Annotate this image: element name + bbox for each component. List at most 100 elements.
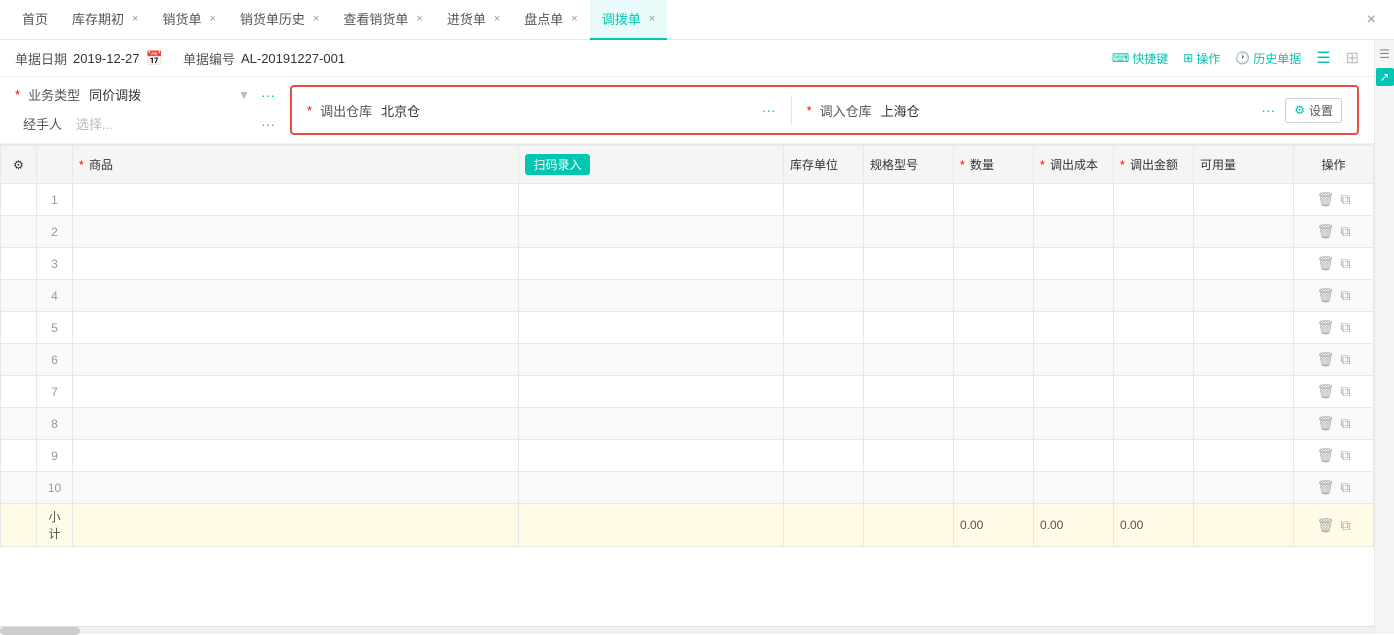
row-product-7[interactable] — [73, 376, 519, 408]
tab-sales-history[interactable]: 销货单历史 × — [228, 0, 331, 40]
row-spec-2[interactable] — [864, 216, 954, 248]
row-delete-icon-5[interactable]: 🗑 — [1317, 319, 1335, 336]
tab-inventory-init-close[interactable]: × — [132, 13, 138, 25]
row-delete-icon-7[interactable]: 🗑 — [1317, 383, 1335, 400]
history-btn[interactable]: 🕐 历史单据 — [1235, 50, 1301, 67]
row-cost-4[interactable] — [1034, 280, 1114, 312]
row-copy-icon-1[interactable]: ⧉ — [1340, 191, 1350, 208]
row-delete-icon-4[interactable]: 🗑 — [1317, 287, 1335, 304]
tab-sales-order[interactable]: 销货单 × — [150, 0, 227, 40]
row-qty-7[interactable] — [954, 376, 1034, 408]
row-copy-icon-4[interactable]: ⧉ — [1340, 287, 1350, 304]
row-amount-8[interactable] — [1114, 408, 1194, 440]
row-copy-icon-5[interactable]: ⧉ — [1340, 319, 1350, 336]
tab-inventory-check-close[interactable]: × — [571, 13, 577, 25]
row-cost-1[interactable] — [1034, 184, 1114, 216]
row-product-1[interactable] — [73, 184, 519, 216]
row-cost-6[interactable] — [1034, 344, 1114, 376]
handler-ellipsis[interactable]: ··· — [261, 116, 275, 132]
row-product-6[interactable] — [73, 344, 519, 376]
row-cost-9[interactable] — [1034, 440, 1114, 472]
row-unit-1[interactable] — [784, 184, 864, 216]
row-amount-5[interactable] — [1114, 312, 1194, 344]
business-type-dropdown[interactable]: ▼ — [238, 88, 250, 102]
handler-value[interactable]: 选择... — [76, 114, 250, 133]
row-spec-8[interactable] — [864, 408, 954, 440]
row-delete-icon-1[interactable]: 🗑 — [1317, 191, 1335, 208]
row-delete-icon-3[interactable]: 🗑 — [1317, 255, 1335, 272]
row-cost-10[interactable] — [1034, 472, 1114, 504]
row-amount-9[interactable] — [1114, 440, 1194, 472]
tab-view-sales[interactable]: 查看销货单 × — [331, 0, 434, 40]
row-delete-icon-9[interactable]: 🗑 — [1317, 447, 1335, 464]
out-warehouse-ellipsis[interactable]: ··· — [762, 102, 776, 118]
subtotal-delete-icon[interactable]: 🗑 — [1317, 517, 1335, 534]
row-cost-2[interactable] — [1034, 216, 1114, 248]
row-product-10[interactable] — [73, 472, 519, 504]
scan-button[interactable]: 扫码录入 — [525, 154, 589, 175]
row-unit-3[interactable] — [784, 248, 864, 280]
tab-inventory-init[interactable]: 库存期初 × — [60, 0, 150, 40]
row-spec-7[interactable] — [864, 376, 954, 408]
row-unit-5[interactable] — [784, 312, 864, 344]
row-product-4[interactable] — [73, 280, 519, 312]
row-delete-icon-8[interactable]: 🗑 — [1317, 415, 1335, 432]
sidebar-list-icon[interactable]: ☰ — [1376, 45, 1394, 63]
row-copy-icon-3[interactable]: ⧉ — [1340, 255, 1350, 272]
row-delete-icon-6[interactable]: 🗑 — [1317, 351, 1335, 368]
row-product-8[interactable] — [73, 408, 519, 440]
row-cost-7[interactable] — [1034, 376, 1114, 408]
row-unit-9[interactable] — [784, 440, 864, 472]
row-delete-icon-2[interactable]: 🗑 — [1317, 223, 1335, 240]
row-amount-4[interactable] — [1114, 280, 1194, 312]
row-cost-5[interactable] — [1034, 312, 1114, 344]
business-type-ellipsis[interactable]: ··· — [261, 87, 275, 103]
tab-transfer-order[interactable]: 调拨单 × — [590, 0, 667, 40]
row-spec-5[interactable] — [864, 312, 954, 344]
row-delete-icon-10[interactable]: 🗑 — [1317, 479, 1335, 496]
tab-sales-order-close[interactable]: × — [209, 13, 215, 25]
row-product-3[interactable] — [73, 248, 519, 280]
row-unit-7[interactable] — [784, 376, 864, 408]
tab-sales-history-close[interactable]: × — [313, 13, 319, 25]
tab-purchase-order[interactable]: 进货单 × — [435, 0, 512, 40]
row-qty-4[interactable] — [954, 280, 1034, 312]
row-amount-10[interactable] — [1114, 472, 1194, 504]
row-unit-4[interactable] — [784, 280, 864, 312]
row-spec-3[interactable] — [864, 248, 954, 280]
row-spec-4[interactable] — [864, 280, 954, 312]
row-copy-icon-8[interactable]: ⧉ — [1340, 415, 1350, 432]
row-product-5[interactable] — [73, 312, 519, 344]
row-amount-6[interactable] — [1114, 344, 1194, 376]
window-close-button[interactable]: × — [1359, 11, 1384, 29]
row-qty-5[interactable] — [954, 312, 1034, 344]
row-amount-2[interactable] — [1114, 216, 1194, 248]
row-qty-8[interactable] — [954, 408, 1034, 440]
row-unit-6[interactable] — [784, 344, 864, 376]
in-warehouse-ellipsis[interactable]: ··· — [1261, 102, 1275, 118]
row-amount-3[interactable] — [1114, 248, 1194, 280]
row-qty-1[interactable] — [954, 184, 1034, 216]
row-unit-10[interactable] — [784, 472, 864, 504]
row-product-9[interactable] — [73, 440, 519, 472]
horizontal-scrollbar[interactable] — [0, 626, 1374, 634]
row-qty-10[interactable] — [954, 472, 1034, 504]
tab-view-sales-close[interactable]: × — [416, 13, 422, 25]
row-spec-10[interactable] — [864, 472, 954, 504]
subtotal-copy-icon[interactable]: ⧉ — [1340, 517, 1350, 534]
calendar-icon[interactable]: 📅 — [146, 50, 163, 67]
row-copy-icon-7[interactable]: ⧉ — [1340, 383, 1350, 400]
grid-view-btn[interactable]: ⊞ — [1346, 48, 1359, 68]
row-copy-icon-6[interactable]: ⧉ — [1340, 351, 1350, 368]
row-unit-2[interactable] — [784, 216, 864, 248]
settings-button[interactable]: ⚙ 设置 — [1285, 98, 1342, 123]
row-qty-2[interactable] — [954, 216, 1034, 248]
row-cost-8[interactable] — [1034, 408, 1114, 440]
row-spec-6[interactable] — [864, 344, 954, 376]
list-view-btn[interactable]: ☰ — [1316, 48, 1330, 68]
row-product-2[interactable] — [73, 216, 519, 248]
row-unit-8[interactable] — [784, 408, 864, 440]
row-copy-icon-2[interactable]: ⧉ — [1340, 223, 1350, 240]
sidebar-export-icon[interactable]: ↗ — [1376, 68, 1394, 86]
tab-purchase-order-close[interactable]: × — [494, 13, 500, 25]
